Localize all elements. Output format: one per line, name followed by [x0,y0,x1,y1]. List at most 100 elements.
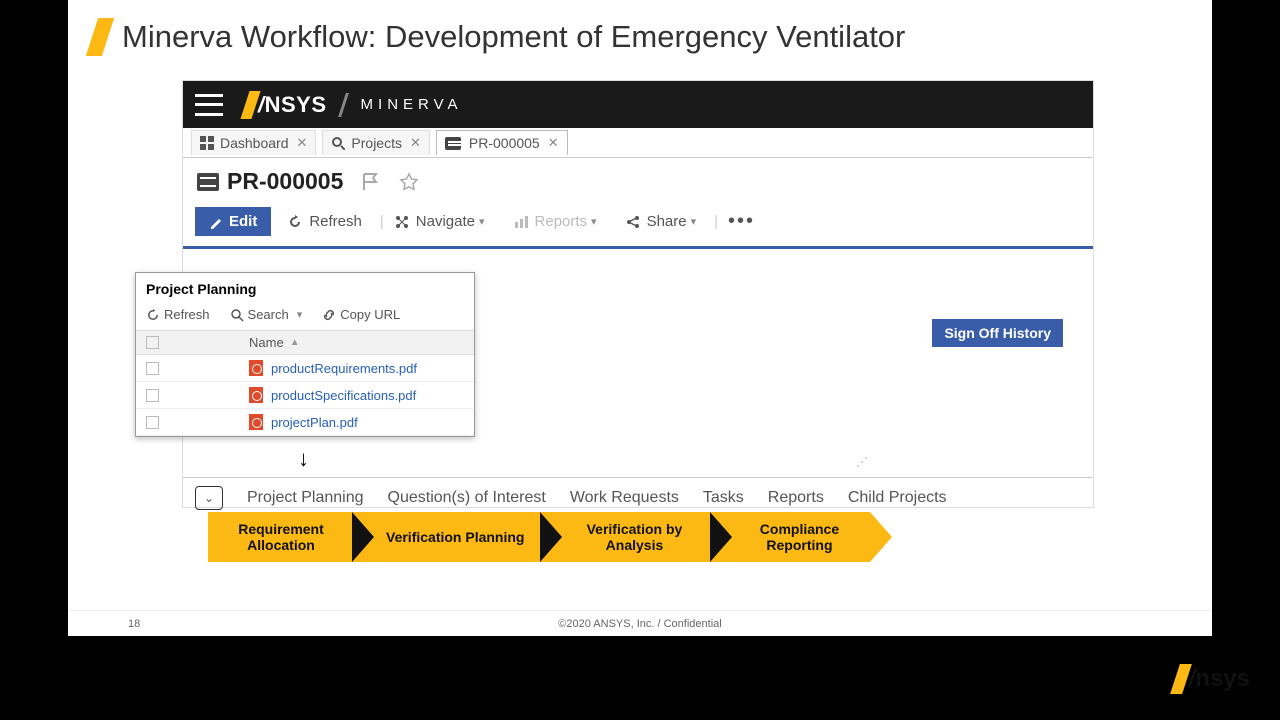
tab-dashboard[interactable]: Dashboard ✕ [191,130,316,155]
file-row[interactable]: productRequirements.pdf [136,355,474,382]
page-title: PR-000005 [227,168,343,195]
file-name[interactable]: productSpecifications.pdf [271,388,416,403]
tab-label: Projects [351,135,402,151]
divider: | [380,213,384,230]
pdf-icon [249,414,263,430]
tab-strip: Dashboard ✕ Projects ✕ PR-000005 ✕ [183,128,1093,158]
slide-footer: 18 ©2020 ANSYS, Inc. / Confidential [68,610,1212,636]
file-name[interactable]: projectPlan.pdf [271,415,358,430]
stage-verification-planning: Verification Planning [352,512,540,562]
slide-title: Minerva Workflow: Development of Emergen… [122,19,905,55]
chevron-down-icon: ▾ [591,215,597,228]
brand-name: /NSYS [258,92,327,118]
accent-slash-icon [86,18,114,56]
share-label: Share [647,213,687,230]
pencil-icon [209,215,223,229]
stage-label: Verification by Analysis [574,521,694,553]
tab-projects[interactable]: Projects ✕ [322,130,429,155]
brand-subtitle: MINERVA [361,96,463,113]
app-header: /NSYS MINERVA [183,81,1093,128]
checkbox[interactable] [146,362,159,375]
brand-separator-icon [337,91,351,119]
bottom-tab[interactable]: Work Requests [570,489,679,507]
popup-header-row: Name ▲ [136,330,474,355]
chevron-down-icon: ▾ [691,215,697,228]
checkbox[interactable] [146,416,159,429]
popup-search[interactable]: Search ▾ [230,307,303,322]
navigate-icon [394,214,410,230]
resize-handle-icon[interactable]: ⋰ [856,455,865,469]
close-icon[interactable]: ✕ [297,135,308,151]
chevron-down-icon: ▾ [479,215,485,228]
file-row[interactable]: projectPlan.pdf [136,409,474,436]
reports-button[interactable]: Reports ▾ [513,213,597,230]
popup-copy-label: Copy URL [340,307,400,322]
folder-icon [445,137,461,150]
tab-label: PR-000005 [469,135,540,151]
reports-label: Reports [535,213,588,230]
flag-icon[interactable] [361,172,381,192]
refresh-label: Refresh [309,213,362,230]
corner-brand: nsys [1195,665,1250,693]
chevron-down-icon: ⌄ [204,491,214,505]
popup-refresh[interactable]: Refresh [146,307,210,322]
stage-requirement-allocation: Requirement Allocation [208,512,352,562]
pdf-icon [249,360,263,376]
project-planning-popup: Project Planning Refresh Search ▾ Copy U… [135,272,475,437]
close-icon[interactable]: ✕ [410,135,421,151]
signoff-history-button[interactable]: Sign Off History [932,319,1063,347]
menu-icon[interactable] [195,94,223,116]
edit-button[interactable]: Edit [195,207,271,236]
popup-copy-url[interactable]: Copy URL [322,307,400,322]
stage-label: Compliance Reporting [744,521,854,553]
ellipsis-icon: ••• [728,210,755,233]
navigate-button[interactable]: Navigate ▾ [394,213,485,230]
tab-pr000005[interactable]: PR-000005 ✕ [436,130,568,155]
page-header: PR-000005 [183,158,1093,201]
refresh-icon [287,214,303,230]
stage-label: Verification Planning [386,529,524,545]
refresh-button[interactable]: Refresh [287,213,362,230]
stage-verification-analysis: Verification by Analysis [540,512,710,562]
page-number: 18 [128,618,140,630]
share-button[interactable]: Share ▾ [625,213,697,230]
popup-title: Project Planning [136,273,474,303]
bottom-tab[interactable]: Reports [768,489,824,507]
slide: Minerva Workflow: Development of Emergen… [68,0,1212,636]
search-icon [230,308,244,322]
popup-refresh-label: Refresh [164,307,210,322]
divider: | [714,213,718,230]
bottom-tab[interactable]: Child Projects [848,489,947,507]
search-icon [331,136,345,150]
close-icon[interactable]: ✕ [548,135,559,151]
process-flow: Requirement Allocation Verification Plan… [208,512,870,562]
tab-label: Dashboard [220,135,289,151]
column-name[interactable]: Name [249,335,284,350]
star-icon[interactable] [399,172,419,192]
file-name[interactable]: productRequirements.pdf [271,361,417,376]
bottom-tab[interactable]: Tasks [703,489,744,507]
more-button[interactable]: ••• [728,210,755,233]
refresh-icon [146,308,160,322]
sort-icon[interactable]: ▲ [290,337,300,348]
arrow-down-icon: ↓ [298,446,309,472]
stage-compliance-reporting: Compliance Reporting [710,512,870,562]
pdf-icon [249,387,263,403]
file-row[interactable]: productSpecifications.pdf [136,382,474,409]
expand-button[interactable]: ⌄ [195,486,223,510]
slide-title-bar: Minerva Workflow: Development of Emergen… [92,18,905,56]
toolbar: Edit Refresh | Navigate ▾ Reports ▾ Shar [183,201,1093,249]
share-icon [625,214,641,230]
copyright: ©2020 ANSYS, Inc. / Confidential [558,618,721,630]
navigate-label: Navigate [416,213,475,230]
popup-toolbar: Refresh Search ▾ Copy URL [136,303,474,330]
popup-search-label: Search [248,307,289,322]
grid-icon [200,136,214,150]
edit-label: Edit [229,213,257,230]
bottom-tab[interactable]: Project Planning [247,489,364,507]
checkbox[interactable] [146,389,159,402]
folder-icon [197,173,219,191]
chart-icon [513,214,529,230]
bottom-tab[interactable]: Question(s) of Interest [388,489,546,507]
checkbox[interactable] [146,336,159,349]
